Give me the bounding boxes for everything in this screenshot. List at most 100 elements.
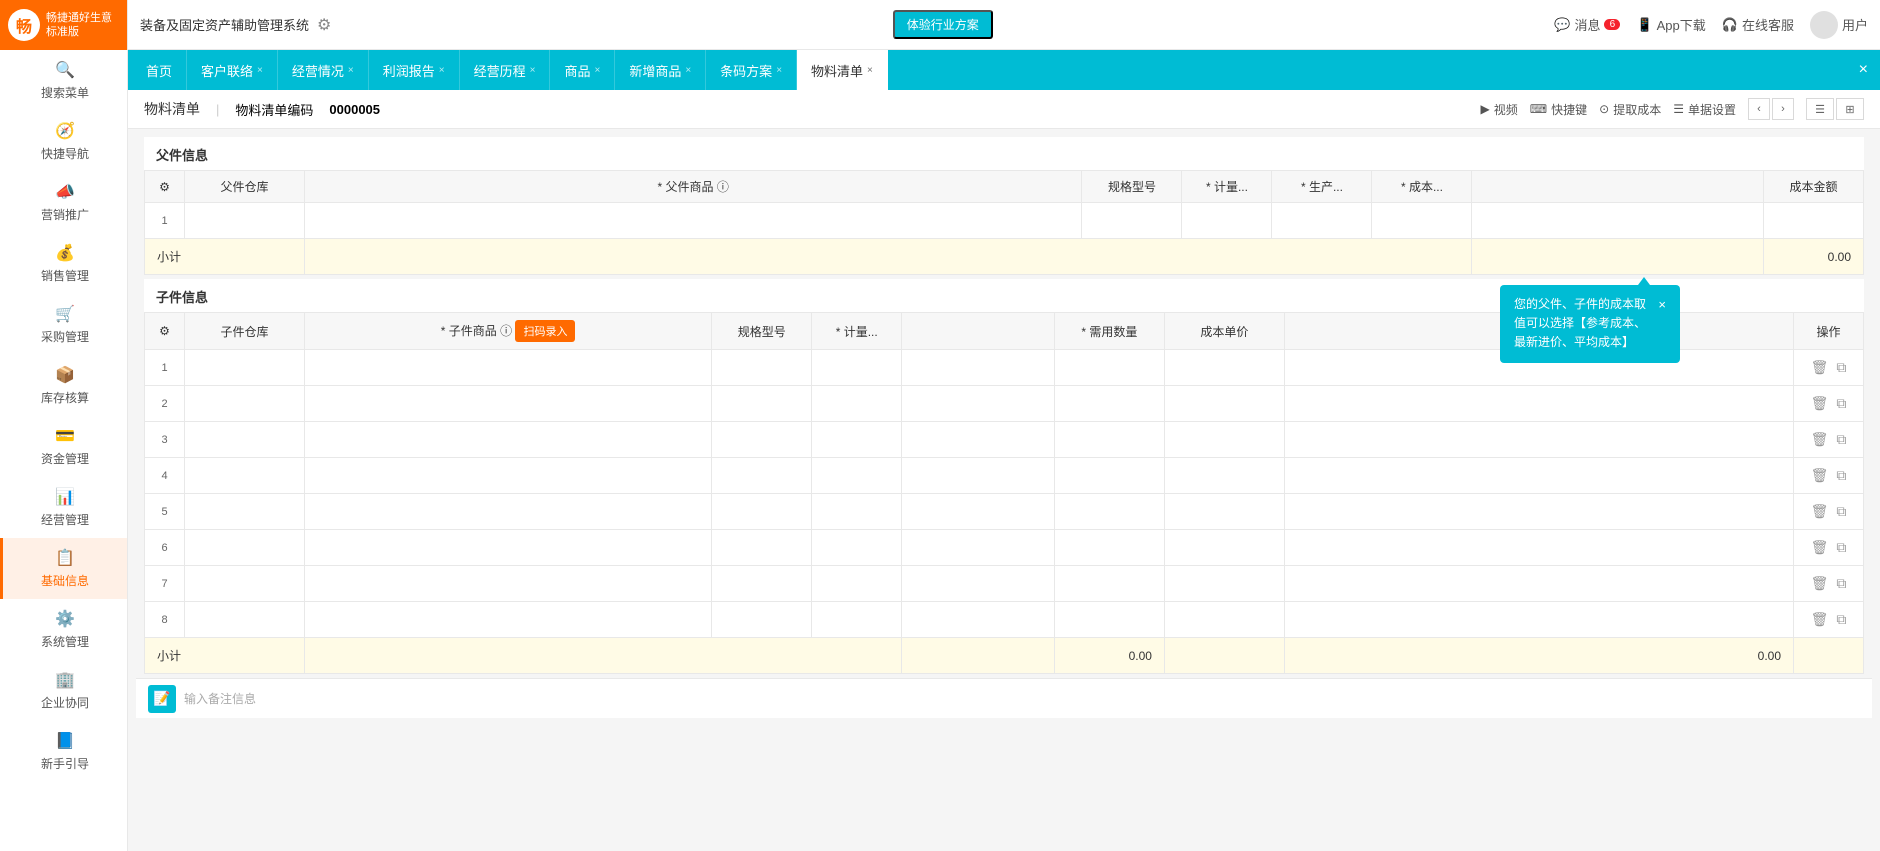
parent-col-costamt: 成本金额 [1764,171,1864,203]
copy-icon[interactable]: ⧉ [1836,359,1846,376]
close-icon[interactable]: × [867,65,873,76]
sidebar-item-search[interactable]: 🔍 搜索菜单 [0,50,127,111]
copy-icon[interactable]: ⧉ [1836,575,1846,592]
parent-col-spec: 规格型号 [1082,171,1182,203]
copy-icon[interactable]: ⧉ [1836,395,1846,412]
parent-col-produce: * 生产... [1272,171,1372,203]
sidebar-item-newbie[interactable]: 📘 新手引导 [0,721,127,782]
topbar-title: 装备及固定资产辅助管理系统 [140,15,309,34]
delete-icon[interactable]: 🗑 [1811,539,1829,556]
topbar-right: 💬 消息 6 📱 App下载 🎧 在线客服 用户 [1554,11,1868,39]
copy-icon[interactable]: ⧉ [1836,611,1846,628]
nav-icon: ⚙️ [55,609,75,629]
prev-arrow[interactable]: ‹ [1748,98,1770,120]
message-item[interactable]: 💬 消息 6 [1554,15,1620,34]
close-icon[interactable]: × [530,65,536,76]
nav-icon: 🧭 [55,121,75,141]
message-badge: 6 [1604,19,1620,30]
parent-subtotal-row: 小计 0.00 [145,239,1864,275]
search-icon: 🔍 [55,60,75,80]
headset-icon: 🎧 [1722,17,1738,33]
sidebar-item-system[interactable]: ⚙️ 系统管理 [0,599,127,660]
delete-icon[interactable]: 🗑 [1811,467,1829,484]
page-breadcrumb2: 物料清单编码 [235,100,313,119]
delete-icon[interactable]: 🗑 [1811,575,1829,592]
copy-icon[interactable]: ⧉ [1836,503,1846,520]
parent-table: ⚙ 父件仓库 * 父件商品 ⓘ 规格型号 * 计量... * 生产... * 成… [144,170,1864,275]
close-icon[interactable]: × [439,65,445,76]
sidebar-item-purchase[interactable]: 🛒 采购管理 [0,294,127,355]
tab-history[interactable]: 经营历程 × [460,50,551,90]
close-icon[interactable]: × [257,65,263,76]
sidebar-item-quick-nav[interactable]: 🧭 快捷导航 [0,111,127,172]
sidebar-nav: 🧭 快捷导航 📣 营销推广 💰 销售管理 🛒 采购管理 📦 库存核算 💳 资金管… [0,111,127,851]
nav-icon: 📋 [55,548,75,568]
tab-product[interactable]: 商品 × [550,50,615,90]
close-icon[interactable]: × [348,65,354,76]
delete-icon[interactable]: 🗑 [1811,359,1829,376]
shortcut-action[interactable]: ⌨ 快捷键 [1530,101,1587,118]
nav-icon: 📊 [55,487,75,507]
list-view-btn[interactable]: ☰ [1806,98,1834,120]
main-area: 装备及固定资产辅助管理系统 ⚙ 体验行业方案 💬 消息 6 📱 App下载 🎧 … [128,0,1880,851]
close-tab-icon[interactable]: × [1851,61,1876,79]
close-icon[interactable]: × [776,65,782,76]
sidebar-item-sales[interactable]: 💰 销售管理 [0,233,127,294]
sidebar-item-finance[interactable]: 💳 资金管理 [0,416,127,477]
view-action[interactable]: ▶ 视频 [1481,101,1518,118]
sidebar-item-inventory[interactable]: 📦 库存核算 [0,355,127,416]
delete-icon[interactable]: 🗑 [1811,395,1829,412]
tab-operations[interactable]: 经营情况 × [278,50,369,90]
sidebar-item-enterprise[interactable]: 🏢 企业协同 [0,660,127,721]
tab-home[interactable]: 首页 [132,50,187,90]
child-subtotal-label: 小计 [145,638,305,674]
single-settings-action[interactable]: ☰ 单据设置 [1673,101,1736,118]
online-service-item[interactable]: 🎧 在线客服 [1722,15,1794,34]
child-col-qty: * 需用数量 [1054,313,1164,350]
tab-new-product[interactable]: 新增商品 × [615,50,706,90]
sidebar-item-marketing[interactable]: 📣 营销推广 [0,172,127,233]
user-item[interactable]: 用户 [1810,11,1868,39]
settings-icon[interactable]: ⚙ [317,15,331,35]
nav-icon: 💰 [55,243,75,263]
bottom-hint[interactable]: 输入备注信息 [184,690,256,707]
nav-tabs: 首页 客户联络 × 经营情况 × 利润报告 × 经营历程 × 商品 × 新增商品… [128,50,1880,90]
delete-icon[interactable]: 🗑 [1811,431,1829,448]
tab-profit[interactable]: 利润报告 × [369,50,460,90]
close-icon[interactable]: × [685,65,691,76]
delete-icon[interactable]: 🗑 [1811,503,1829,520]
table-row: 1 [145,203,1864,239]
parent-col-settings: ⚙ [145,171,185,203]
tab-customer[interactable]: 客户联络 × [187,50,278,90]
tab-bom[interactable]: 物料清单 × [797,50,888,90]
page-code: 0000005 [329,102,380,117]
parent-section: 父件信息 ⚙ 父件仓库 * 父件商品 ⓘ 规格型号 * 计量... * 生产..… [144,137,1864,275]
phone-icon: 📱 [1636,17,1652,33]
child-col-actions: 操作 [1794,313,1864,350]
tab-barcode[interactable]: 条码方案 × [706,50,797,90]
nav-icon: 🏢 [55,670,75,690]
get-cost-action[interactable]: ⊙ 提取成本 [1599,101,1661,118]
next-arrow[interactable]: › [1772,98,1794,120]
logo-icon: 畅 [8,9,40,41]
tooltip-close-button[interactable]: × [1658,295,1666,316]
view-toggle: ☰ ⊞ [1806,98,1864,120]
copy-icon[interactable]: ⧉ [1836,539,1846,556]
table-row: 4 🗑 ⧉ [145,458,1864,494]
keyboard-icon: ⌨ [1530,102,1547,116]
copy-icon[interactable]: ⧉ [1836,431,1846,448]
play-icon: ▶ [1481,102,1490,116]
content: 物料清单 | 物料清单编码 0000005 ▶ 视频 ⌨ 快捷键 ⊙ 提取成本 … [128,90,1880,851]
child-col-warehouse: 子件仓库 [185,313,305,350]
sidebar-item-operations[interactable]: 📊 经营管理 [0,477,127,538]
page-header-actions: ▶ 视频 ⌨ 快捷键 ⊙ 提取成本 ☰ 单据设置 ‹ › [1481,98,1864,120]
scan-input-button[interactable]: 扫码录入 [515,320,575,342]
app-download-item[interactable]: 📱 App下载 [1636,15,1705,34]
sidebar-item-base-info[interactable]: 📋 基础信息 [0,538,127,599]
grid-view-btn[interactable]: ⊞ [1836,98,1864,120]
copy-icon[interactable]: ⧉ [1836,467,1846,484]
close-icon[interactable]: × [594,65,600,76]
delete-icon[interactable]: 🗑 [1811,611,1829,628]
child-col-settings: ⚙ [145,313,185,350]
trial-button[interactable]: 体验行业方案 [893,10,993,39]
